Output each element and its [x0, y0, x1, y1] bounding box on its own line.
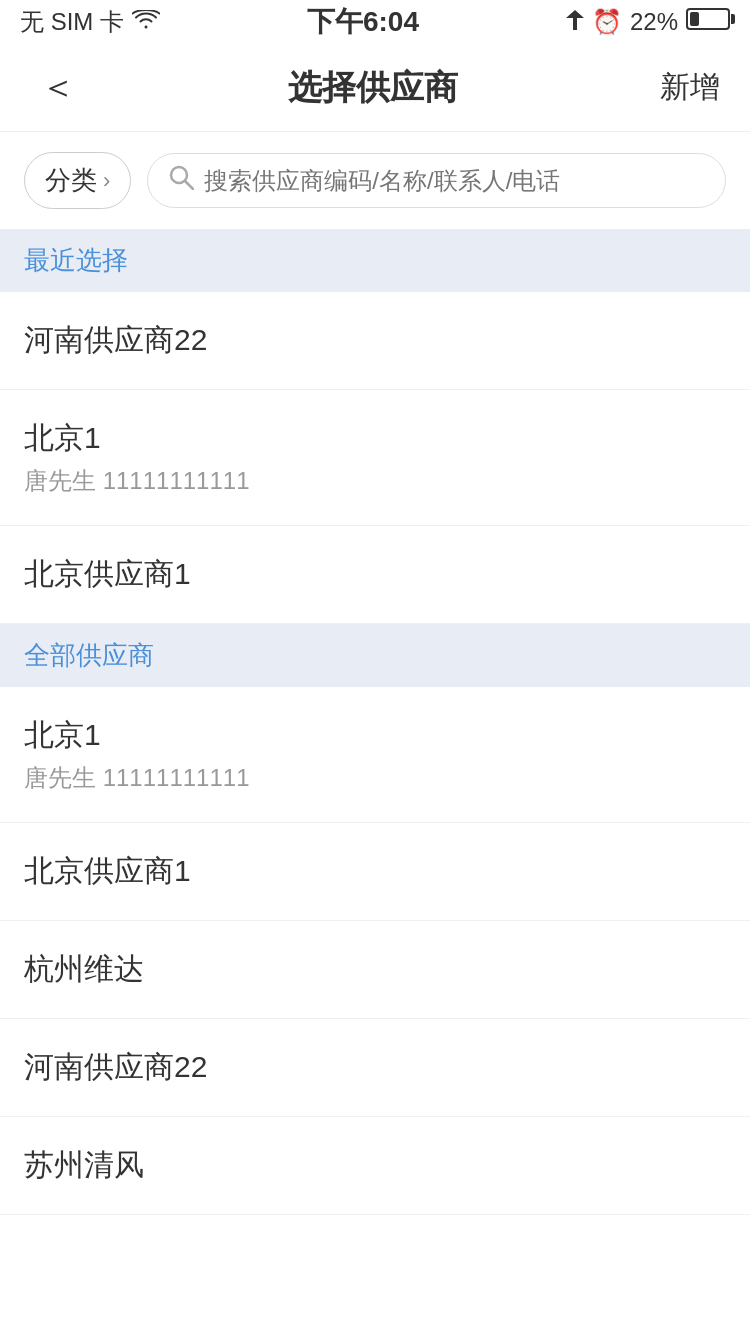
list-item[interactable]: 北京供应商1 — [0, 823, 750, 921]
item-name: 河南供应商22 — [24, 320, 726, 361]
battery-percent: 22% — [630, 8, 678, 36]
list-item[interactable]: 苏州清风 — [0, 1117, 750, 1215]
status-left: 无 SIM 卡 — [20, 6, 160, 38]
filter-bar: 分类 › — [0, 132, 750, 229]
item-name: 苏州清风 — [24, 1145, 726, 1186]
list-item[interactable]: 杭州维达 — [0, 921, 750, 1019]
back-button[interactable]: ＜ — [30, 53, 86, 122]
search-icon — [168, 164, 194, 197]
sim-label: 无 SIM 卡 — [20, 6, 124, 38]
search-box — [147, 153, 726, 208]
svg-line-1 — [185, 181, 193, 189]
item-name: 北京供应商1 — [24, 554, 726, 595]
status-bar: 无 SIM 卡 下午6:04 ⏰ 22% — [0, 0, 750, 44]
item-sub: 唐先生 11111111111 — [24, 762, 726, 794]
list-item[interactable]: 北京1 唐先生 11111111111 — [0, 390, 750, 526]
add-button[interactable]: 新增 — [660, 67, 720, 108]
list-item[interactable]: 北京供应商1 — [0, 526, 750, 624]
item-name: 北京供应商1 — [24, 851, 726, 892]
item-name: 北京1 — [24, 715, 726, 756]
recent-section-header: 最近选择 — [0, 229, 750, 292]
list-item[interactable]: 河南供应商22 — [0, 1019, 750, 1117]
list-item[interactable]: 北京1 唐先生 11111111111 — [0, 687, 750, 823]
status-time: 下午6:04 — [307, 3, 419, 41]
search-input[interactable] — [204, 167, 705, 195]
wifi-icon — [132, 8, 160, 36]
item-sub: 唐先生 11111111111 — [24, 465, 726, 497]
category-label: 分类 — [45, 163, 97, 198]
item-name: 杭州维达 — [24, 949, 726, 990]
nav-bar: ＜ 选择供应商 新增 — [0, 44, 750, 132]
all-section-header: 全部供应商 — [0, 624, 750, 687]
category-button[interactable]: 分类 › — [24, 152, 131, 209]
item-name: 河南供应商22 — [24, 1047, 726, 1088]
item-name: 北京1 — [24, 418, 726, 459]
all-list: 北京1 唐先生 11111111111 北京供应商1 杭州维达河南供应商22 苏州清风 — [0, 687, 750, 1215]
chevron-right-icon: › — [103, 168, 110, 194]
list-item[interactable]: 河南供应商22 — [0, 292, 750, 390]
battery-icon — [686, 8, 730, 36]
location-icon — [566, 8, 584, 36]
status-right: ⏰ 22% — [566, 8, 730, 36]
recent-list: 河南供应商22 北京1 唐先生 11111111111 北京供应商1 — [0, 292, 750, 624]
page-title: 选择供应商 — [288, 65, 458, 111]
alarm-icon: ⏰ — [592, 8, 622, 36]
